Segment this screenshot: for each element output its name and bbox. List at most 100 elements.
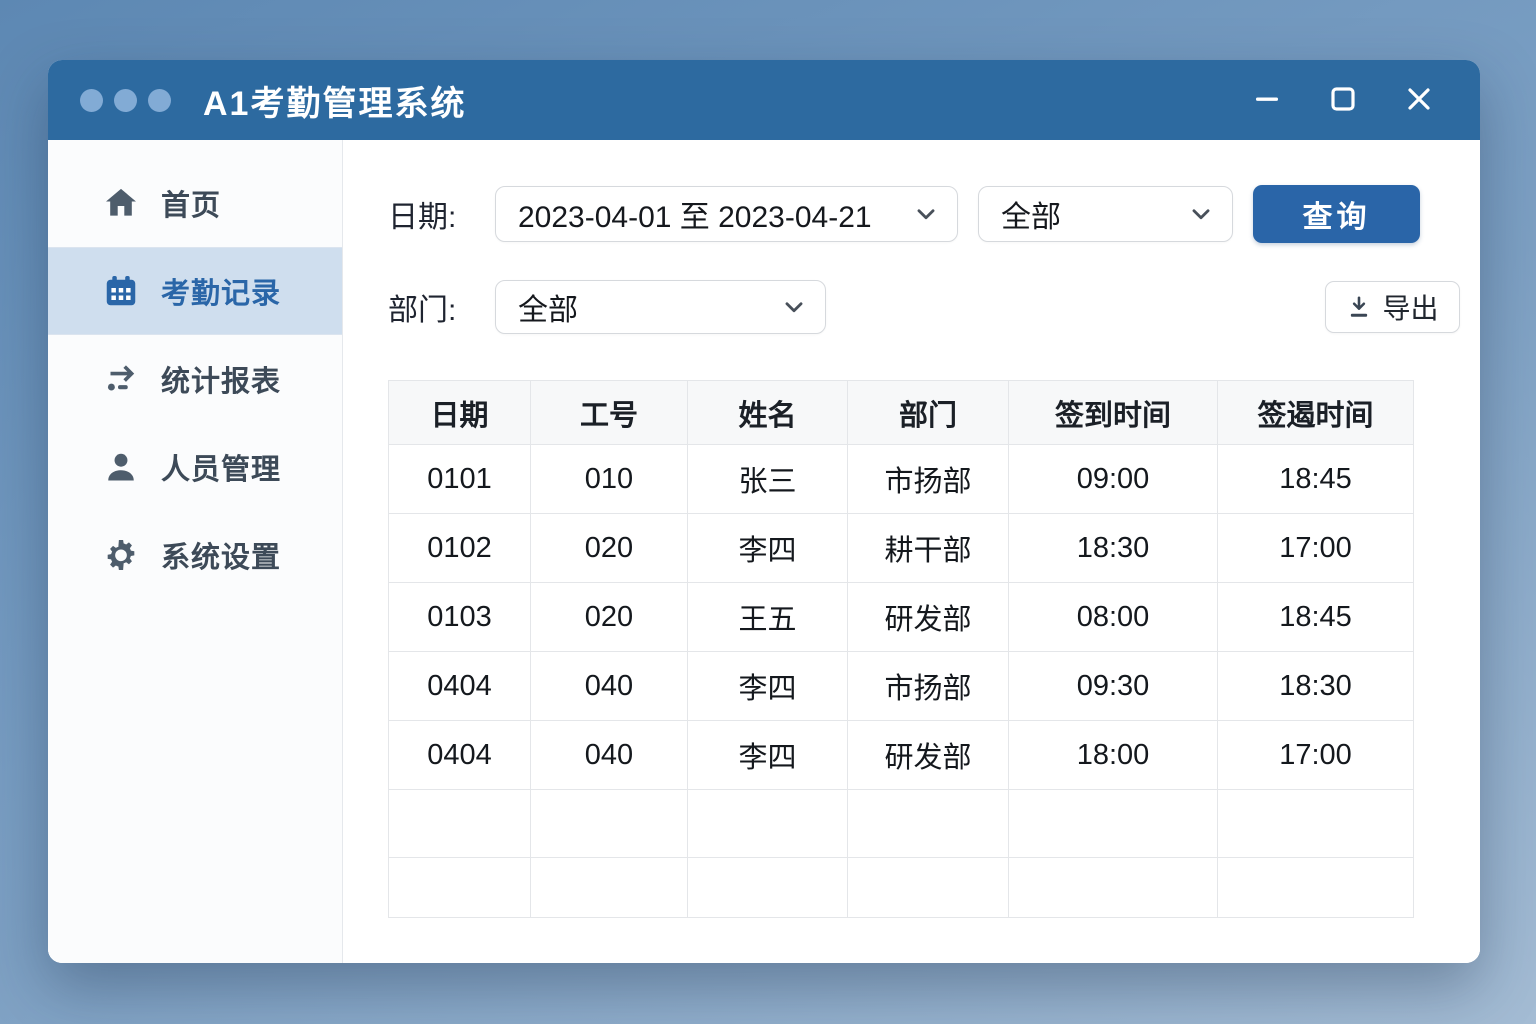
table-cell: 18:00	[1008, 720, 1218, 790]
table-cell: 李四	[687, 513, 848, 583]
table-cell	[1217, 857, 1414, 918]
table-cell: 0102	[388, 513, 531, 583]
table-cell	[530, 789, 688, 858]
table-cell: 17:00	[1217, 513, 1414, 583]
table-cell	[388, 857, 531, 918]
table-cell: 09:00	[1008, 444, 1218, 514]
table-cell: 市扬部	[847, 651, 1009, 721]
column-header-employee-id: 工号	[530, 380, 688, 445]
table-cell: 张三	[687, 444, 848, 514]
table-body: 0101 010 张三 市扬部 09:00 18:45 0102 020 李四 …	[388, 444, 1414, 918]
department-dropdown[interactable]: 全部	[495, 280, 826, 334]
table-row: 0404 040 李四 市扬部 09:30 18:30	[388, 651, 1414, 721]
table-cell	[1217, 789, 1414, 858]
chevron-down-icon	[913, 201, 939, 227]
table-cell	[530, 857, 688, 918]
window-dot-icon	[148, 88, 171, 112]
date-filter-row: 日期: 2023-04-01 至 2023-04-21 全部 查询	[388, 185, 1460, 243]
table-header-row: 日期 工号 姓名 部门 签到时间 签遏时间	[388, 380, 1414, 445]
date-range-dropdown[interactable]: 2023-04-01 至 2023-04-21	[495, 186, 958, 242]
calendar-icon	[103, 273, 139, 309]
department-filter-row: 部门: 全部 导出	[388, 280, 1460, 334]
department-label: 部门:	[388, 294, 457, 327]
sidebar-item-label: 考勤记录	[161, 278, 282, 310]
table-cell: 研发部	[847, 582, 1009, 652]
gear-icon	[103, 537, 139, 573]
app-window: A1考勤管理系统 首页 考勤记录 统计报表 人员管理 系统设置 日期: 2023…	[48, 60, 1480, 963]
table-header: 日期 工号 姓名 部门 签到时间 签遏时间	[388, 380, 1414, 445]
close-icon	[1404, 84, 1434, 117]
table-cell: 18:30	[1008, 513, 1218, 583]
titlebar: A1考勤管理系统	[48, 60, 1480, 140]
date-range-value: 2023-04-01 至 2023-04-21	[518, 201, 872, 234]
table-cell: 0404	[388, 720, 531, 790]
sidebar-item-system-settings[interactable]: 系统设置	[48, 511, 342, 599]
window-content: 首页 考勤记录 统计报表 人员管理 系统设置 日期: 2023-04-01 至 …	[48, 140, 1480, 963]
column-header-checkout-time: 签遏时间	[1217, 380, 1414, 445]
export-button[interactable]: 导出	[1325, 281, 1460, 333]
chevron-down-icon	[1188, 201, 1214, 227]
chevron-down-icon	[781, 294, 807, 320]
date-label: 日期:	[388, 201, 457, 234]
table-cell: 0101	[388, 444, 531, 514]
window-title: A1考勤管理系统	[203, 84, 467, 123]
status-dropdown[interactable]: 全部	[978, 186, 1233, 242]
table-cell	[687, 789, 848, 858]
sidebar-item-personnel-management[interactable]: 人员管理	[48, 423, 342, 511]
window-dot-icon	[80, 88, 103, 112]
window-controls	[1244, 77, 1442, 123]
minimize-icon	[1252, 84, 1282, 117]
table-cell: 0103	[388, 582, 531, 652]
table-cell	[847, 857, 1009, 918]
main-panel: 日期: 2023-04-01 至 2023-04-21 全部 查询 部门: 全部…	[343, 140, 1480, 963]
table-cell: 研发部	[847, 720, 1009, 790]
table-cell	[1008, 857, 1218, 918]
table-row: 0404 040 李四 研发部 18:00 17:00	[388, 720, 1414, 790]
stats-icon	[103, 361, 139, 397]
sidebar-item-statistics-report[interactable]: 统计报表	[48, 335, 342, 423]
table-cell	[847, 789, 1009, 858]
status-value: 全部	[1001, 201, 1061, 234]
table-cell: 08:00	[1008, 582, 1218, 652]
column-header-department: 部门	[847, 380, 1009, 445]
traffic-dots	[80, 88, 171, 112]
table-cell: 市扬部	[847, 444, 1009, 514]
table-cell: 020	[530, 582, 688, 652]
sidebar-item-label: 系统设置	[161, 542, 282, 574]
sidebar-item-label: 首页	[161, 190, 222, 222]
export-button-label: 导出	[1382, 293, 1439, 324]
table-row: 0102 020 李四 耕干部 18:30 17:00	[388, 513, 1414, 583]
table-row: 0101 010 张三 市扬部 09:00 18:45	[388, 444, 1414, 514]
close-button[interactable]	[1396, 77, 1442, 123]
table-cell: 王五	[687, 582, 848, 652]
department-value: 全部	[518, 294, 578, 327]
query-button[interactable]: 查询	[1253, 185, 1420, 243]
table-cell	[687, 857, 848, 918]
user-icon	[103, 449, 139, 485]
table-cell: 17:00	[1217, 720, 1414, 790]
maximize-button[interactable]	[1320, 77, 1366, 123]
table-cell: 李四	[687, 720, 848, 790]
table-cell: 18:45	[1217, 582, 1414, 652]
window-dot-icon	[114, 88, 137, 112]
sidebar-item-attendance-records[interactable]: 考勤记录	[48, 247, 342, 335]
table-row	[388, 857, 1414, 918]
sidebar: 首页 考勤记录 统计报表 人员管理 系统设置	[48, 140, 343, 963]
minimize-button[interactable]	[1244, 77, 1290, 123]
column-header-checkin-time: 签到时间	[1008, 380, 1218, 445]
table-cell: 0404	[388, 651, 531, 721]
table-cell: 耕干部	[847, 513, 1009, 583]
download-icon	[1346, 294, 1372, 320]
sidebar-item-label: 统计报表	[161, 366, 282, 398]
table-cell: 010	[530, 444, 688, 514]
table-cell: 09:30	[1008, 651, 1218, 721]
column-header-date: 日期	[388, 380, 531, 445]
sidebar-item-label: 人员管理	[161, 454, 282, 486]
table-cell: 040	[530, 651, 688, 721]
table-row: 0103 020 王五 研发部 08:00 18:45	[388, 582, 1414, 652]
table-cell: 040	[530, 720, 688, 790]
attendance-table: 日期 工号 姓名 部门 签到时间 签遏时间 0101 010 张三 市扬部 09…	[388, 380, 1414, 918]
table-cell	[388, 789, 531, 858]
sidebar-item-home[interactable]: 首页	[48, 159, 342, 247]
home-icon	[103, 185, 139, 221]
